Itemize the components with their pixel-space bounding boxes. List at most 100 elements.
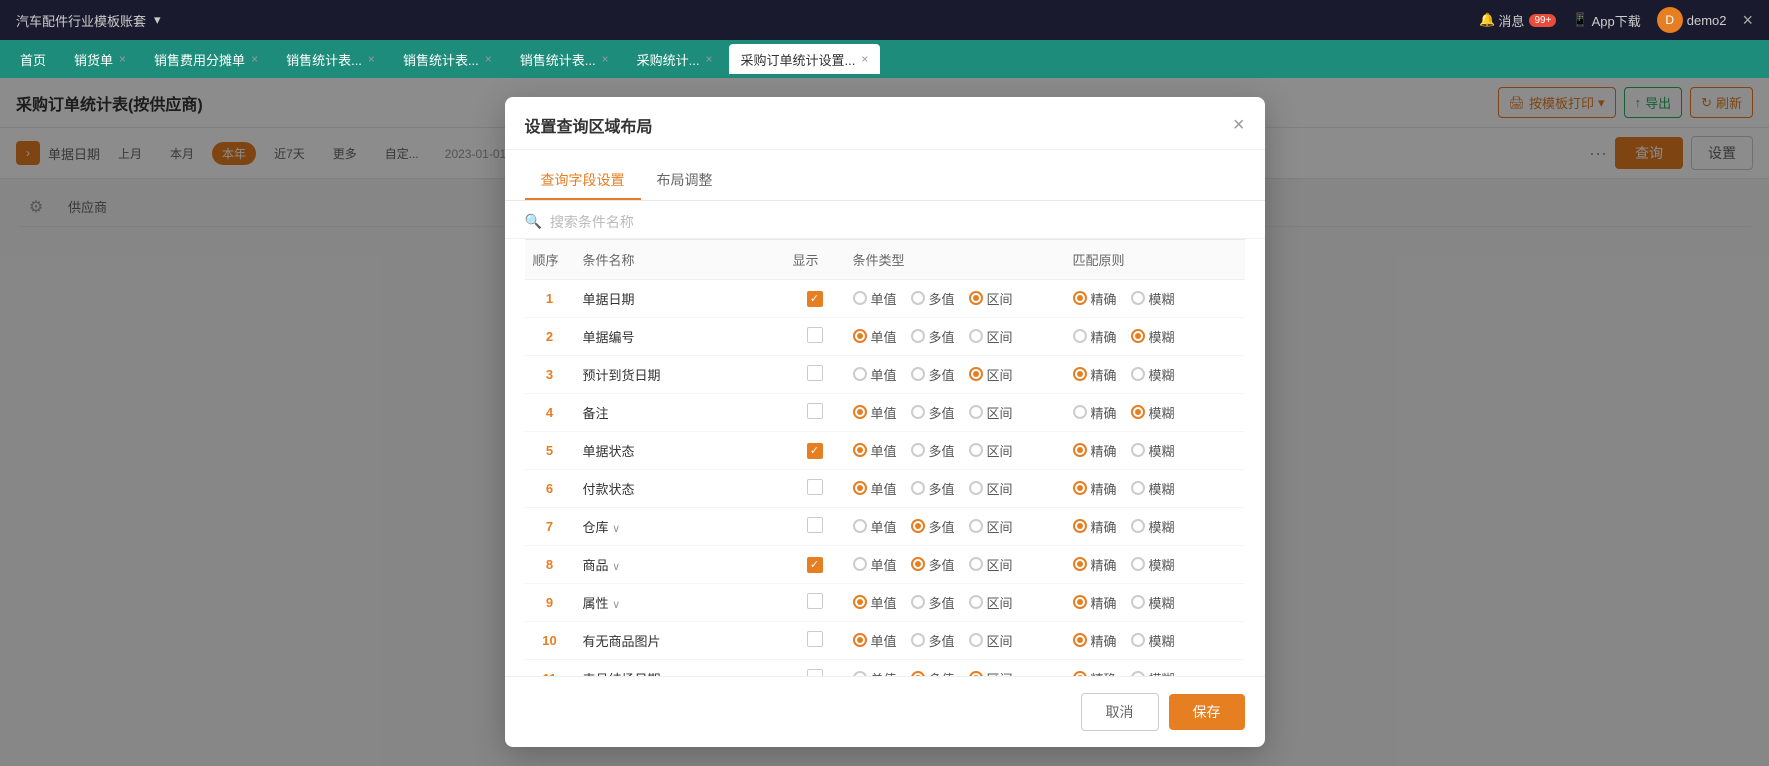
app-download-btn[interactable]: 📱 App下载 <box>1572 11 1640 30</box>
type-radio-3-0[interactable]: 单值 <box>853 403 897 422</box>
app-name-area: 汽车配件行业模板账套 ▾ <box>16 11 161 30</box>
type-radio-5-1[interactable]: 多值 <box>911 479 955 498</box>
match-radio-1-0[interactable]: 精确 <box>1073 327 1117 346</box>
tab-sales-close[interactable]: × <box>119 52 126 66</box>
type-radio-9-0[interactable]: 单值 <box>853 631 897 650</box>
type-radio-7-1[interactable]: 多值 <box>911 555 955 574</box>
tab-4-close[interactable]: × <box>485 52 492 66</box>
type-radio-9-1[interactable]: 多值 <box>911 631 955 650</box>
match-radio-6-1[interactable]: 模糊 <box>1131 517 1175 536</box>
row-match-6: 精确模糊 <box>1065 507 1245 545</box>
match-radio-5-0[interactable]: 精确 <box>1073 479 1117 498</box>
type-radio-3-1[interactable]: 多值 <box>911 403 955 422</box>
match-radio-9-1[interactable]: 模糊 <box>1131 631 1175 650</box>
cancel-btn[interactable]: 取消 <box>1081 693 1159 731</box>
row-show-8 <box>785 583 845 621</box>
type-radio-8-1[interactable]: 多值 <box>911 593 955 612</box>
tab-3[interactable]: 销售统计表... × <box>274 44 387 74</box>
type-radio-2-1[interactable]: 多值 <box>911 365 955 384</box>
type-radio-0-0[interactable]: 单值 <box>853 289 897 308</box>
match-radio-7-1[interactable]: 模糊 <box>1131 555 1175 574</box>
type-radio-6-0[interactable]: 单值 <box>853 517 897 536</box>
match-radio-2-0[interactable]: 精确 <box>1073 365 1117 384</box>
type-radio-4-0[interactable]: 单值 <box>853 441 897 460</box>
tab-3-close[interactable]: × <box>368 52 375 66</box>
match-radio-0-0[interactable]: 精确 <box>1073 289 1117 308</box>
tab-5-close[interactable]: × <box>602 52 609 66</box>
show-checkbox-7[interactable] <box>807 557 823 573</box>
type-radio-1-0[interactable]: 单值 <box>853 327 897 346</box>
tab-sales-expense[interactable]: 销售费用分摊单 × <box>142 44 270 74</box>
type-radio-10-2[interactable]: 区间 <box>969 669 1013 676</box>
tab-6-close[interactable]: × <box>706 52 713 66</box>
row-order-4: 5 <box>525 431 575 469</box>
type-radio-4-1[interactable]: 多值 <box>911 441 955 460</box>
row-type-6: 单值多值区间 <box>845 507 1065 545</box>
tab-home[interactable]: 首页 <box>8 44 58 74</box>
tab-4[interactable]: 销售统计表... × <box>391 44 504 74</box>
type-radio-6-2[interactable]: 区间 <box>969 517 1013 536</box>
show-checkbox-8[interactable] <box>807 593 823 609</box>
notification-btn[interactable]: 🔔 消息 99+ <box>1479 11 1556 30</box>
tab-sales-expense-close[interactable]: × <box>251 52 258 66</box>
show-checkbox-2[interactable] <box>807 365 823 381</box>
type-radio-5-2[interactable]: 区间 <box>969 479 1013 498</box>
type-radio-0-2[interactable]: 区间 <box>969 289 1013 308</box>
tab-6[interactable]: 采购统计... × <box>625 44 725 74</box>
type-radio-8-0[interactable]: 单值 <box>853 593 897 612</box>
show-checkbox-4[interactable] <box>807 443 823 459</box>
match-radio-1-1[interactable]: 模糊 <box>1131 327 1175 346</box>
match-radio-2-1[interactable]: 模糊 <box>1131 365 1175 384</box>
tab-5[interactable]: 销售统计表... × <box>508 44 621 74</box>
type-radio-2-2[interactable]: 区间 <box>969 365 1013 384</box>
match-radio-0-1[interactable]: 模糊 <box>1131 289 1175 308</box>
show-checkbox-6[interactable] <box>807 517 823 533</box>
tab-purchase-order-close[interactable]: × <box>861 52 868 66</box>
match-radio-6-0[interactable]: 精确 <box>1073 517 1117 536</box>
modal-close-btn[interactable]: × <box>1233 114 1245 137</box>
show-checkbox-9[interactable] <box>807 631 823 647</box>
match-radio-4-0[interactable]: 精确 <box>1073 441 1117 460</box>
type-radio-4-2[interactable]: 区间 <box>969 441 1013 460</box>
search-input[interactable] <box>550 214 1245 230</box>
top-close-btn[interactable]: × <box>1742 10 1753 31</box>
type-radio-6-1[interactable]: 多值 <box>911 517 955 536</box>
tab-4-label: 销售统计表... <box>403 50 479 69</box>
show-checkbox-10[interactable] <box>807 669 823 676</box>
tab-fields[interactable]: 查询字段设置 <box>525 162 641 200</box>
type-radio-7-2[interactable]: 区间 <box>969 555 1013 574</box>
show-checkbox-1[interactable] <box>807 327 823 343</box>
match-radio-10-1[interactable]: 模糊 <box>1131 669 1175 676</box>
show-checkbox-3[interactable] <box>807 403 823 419</box>
show-checkbox-5[interactable] <box>807 479 823 495</box>
type-radio-10-0[interactable]: 单值 <box>853 669 897 676</box>
match-radio-8-0[interactable]: 精确 <box>1073 593 1117 612</box>
match-radio-9-0[interactable]: 精确 <box>1073 631 1117 650</box>
match-radio-10-0[interactable]: 精确 <box>1073 669 1117 676</box>
show-checkbox-0[interactable] <box>807 291 823 307</box>
match-radio-4-1[interactable]: 模糊 <box>1131 441 1175 460</box>
type-radio-5-0[interactable]: 单值 <box>853 479 897 498</box>
type-radio-8-2[interactable]: 区间 <box>969 593 1013 612</box>
tab-layout[interactable]: 布局调整 <box>641 162 729 200</box>
type-radio-9-2[interactable]: 区间 <box>969 631 1013 650</box>
save-btn[interactable]: 保存 <box>1169 694 1245 730</box>
type-radio-2-0[interactable]: 单值 <box>853 365 897 384</box>
match-radio-5-1[interactable]: 模糊 <box>1131 479 1175 498</box>
match-radio-3-1[interactable]: 模糊 <box>1131 403 1175 422</box>
user-info[interactable]: D demo2 <box>1657 7 1727 33</box>
match-radio-3-0[interactable]: 精确 <box>1073 403 1117 422</box>
tab-sales[interactable]: 销货单 × <box>62 44 138 74</box>
type-radio-10-1[interactable]: 多值 <box>911 669 955 676</box>
match-radio-8-1[interactable]: 模糊 <box>1131 593 1175 612</box>
match-radio-7-0[interactable]: 精确 <box>1073 555 1117 574</box>
row-order-5: 6 <box>525 469 575 507</box>
type-radio-1-1[interactable]: 多值 <box>911 327 955 346</box>
type-radio-3-2[interactable]: 区间 <box>969 403 1013 422</box>
type-radio-7-0[interactable]: 单值 <box>853 555 897 574</box>
table-row: 6付款状态单值多值区间精确模糊 <box>525 469 1245 507</box>
type-radio-1-2[interactable]: 区间 <box>969 327 1013 346</box>
type-radio-0-1[interactable]: 多值 <box>911 289 955 308</box>
modal-title: 设置查询区域布局 <box>525 113 653 137</box>
tab-purchase-order[interactable]: 采购订单统计设置... × <box>729 44 881 74</box>
